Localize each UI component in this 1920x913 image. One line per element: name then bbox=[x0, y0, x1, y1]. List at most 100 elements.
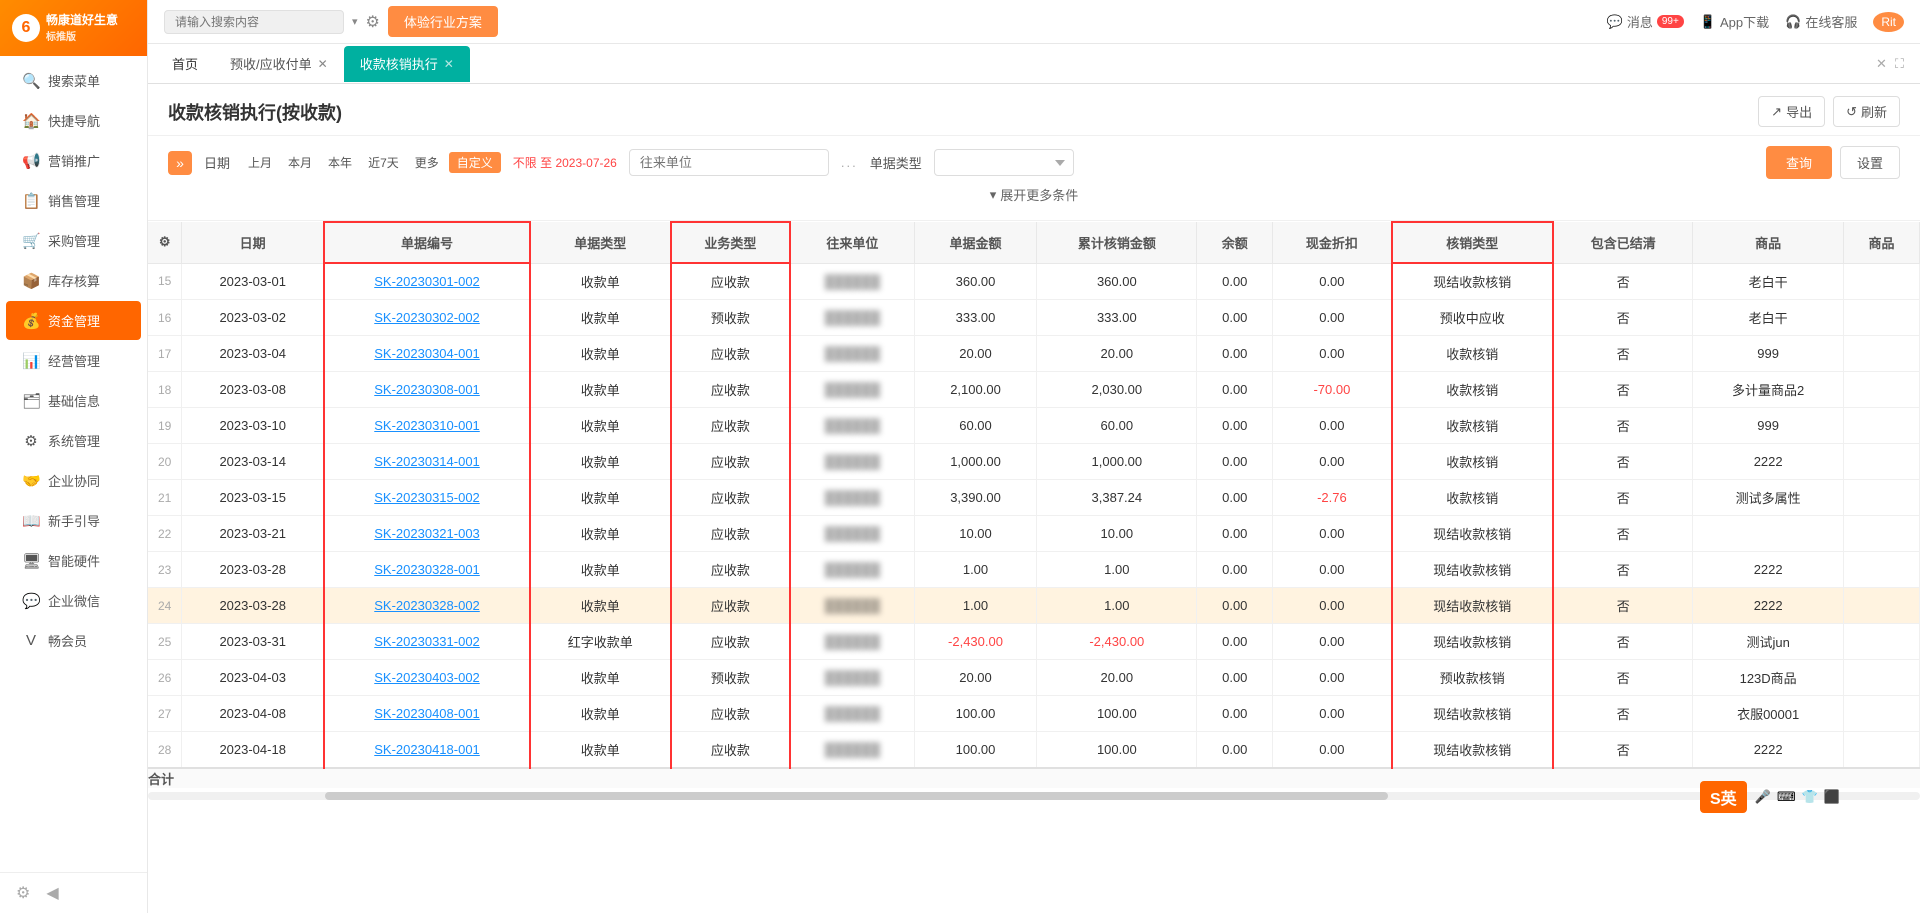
refresh-btn[interactable]: ↺ 刷新 bbox=[1833, 96, 1900, 127]
row-num: 26 bbox=[148, 660, 182, 696]
cell-doc-no[interactable]: SK-20230301-002 bbox=[324, 263, 530, 300]
cell-product: 2222 bbox=[1693, 732, 1844, 769]
cell-doc-no[interactable]: SK-20230302-002 bbox=[324, 300, 530, 336]
cell-doc-no[interactable]: SK-20230304-001 bbox=[324, 336, 530, 372]
this-month-btn[interactable]: 本月 bbox=[282, 152, 318, 173]
col-date: 日期 bbox=[182, 222, 324, 263]
online-service-group[interactable]: 🎧 在线客服 bbox=[1785, 12, 1857, 31]
sidebar-item-3[interactable]: 📋 销售管理 bbox=[6, 181, 141, 220]
sidebar-item-7[interactable]: 📊 经营管理 bbox=[6, 341, 141, 380]
search-input[interactable] bbox=[164, 10, 344, 34]
cell-biz-type: 预收款 bbox=[671, 300, 791, 336]
sidebar-item-14[interactable]: V 畅会员 bbox=[6, 621, 141, 660]
cell-product2 bbox=[1843, 336, 1919, 372]
sidebar-item-10[interactable]: 🤝 企业协同 bbox=[6, 461, 141, 500]
cell-amount: 3,390.00 bbox=[914, 480, 1037, 516]
cell-doc-no[interactable]: SK-20230403-002 bbox=[324, 660, 530, 696]
receipt-type-select[interactable] bbox=[934, 149, 1074, 176]
cell-write-off-type: 预收中应收 bbox=[1392, 300, 1554, 336]
row-num: 17 bbox=[148, 336, 182, 372]
close-window-icon[interactable]: ✕ bbox=[1876, 56, 1887, 72]
cell-doc-type: 收款单 bbox=[530, 336, 671, 372]
more-date-btn[interactable]: 更多 bbox=[409, 152, 445, 173]
row-num: 27 bbox=[148, 696, 182, 732]
settings-header[interactable]: ⚙ bbox=[148, 222, 182, 263]
last-7-days-btn[interactable]: 近7天 bbox=[362, 152, 405, 173]
cell-doc-no[interactable]: SK-20230310-001 bbox=[324, 408, 530, 444]
cell-doc-no[interactable]: SK-20230328-001 bbox=[324, 552, 530, 588]
cell-amount: 1.00 bbox=[914, 552, 1037, 588]
sidebar-item-6[interactable]: 💰 资金管理 bbox=[6, 301, 141, 340]
filter-toggle-btn[interactable]: » bbox=[168, 151, 192, 175]
cell-product: 多计量商品2 bbox=[1693, 372, 1844, 408]
tab-0[interactable]: 首页 bbox=[156, 46, 214, 82]
export-btn[interactable]: ↗ 导出 bbox=[1758, 96, 1825, 127]
table-row: 24 2023-03-28 SK-20230328-002 收款单 应收款 ██… bbox=[148, 588, 1920, 624]
cell-balance: 0.00 bbox=[1197, 480, 1273, 516]
sidebar-item-1[interactable]: 🏠 快捷导航 bbox=[6, 101, 141, 140]
sidebar-item-2[interactable]: 📢 营销推广 bbox=[6, 141, 141, 180]
cell-product2 bbox=[1843, 624, 1919, 660]
sidebar-item-13[interactable]: 💬 企业微信 bbox=[6, 581, 141, 620]
cell-partner: ██████ bbox=[790, 480, 914, 516]
this-year-btn[interactable]: 本年 bbox=[322, 152, 358, 173]
data-table: ⚙ 日期 单据编号 单据类型 业务类型 往来单位 单据金额 累计核销金额 余额 … bbox=[148, 221, 1920, 788]
partner-input[interactable] bbox=[629, 149, 829, 176]
cell-doc-type: 收款单 bbox=[530, 372, 671, 408]
industry-btn[interactable]: 体验行业方案 bbox=[388, 6, 498, 37]
cell-doc-no[interactable]: SK-20230331-002 bbox=[324, 624, 530, 660]
sidebar-item-5[interactable]: 📦 库存核算 bbox=[6, 261, 141, 300]
expand-conditions[interactable]: ▾ 展开更多条件 bbox=[168, 179, 1900, 210]
cell-doc-no[interactable]: SK-20230418-001 bbox=[324, 732, 530, 769]
settings-icon[interactable]: ⚙ bbox=[16, 883, 30, 903]
logo-text: 畅康道好生意 bbox=[46, 13, 118, 29]
tab-close-1[interactable]: ✕ bbox=[318, 57, 328, 71]
cell-write-off-type: 收款核销 bbox=[1392, 372, 1554, 408]
cell-amount: 100.00 bbox=[914, 696, 1037, 732]
tab-1[interactable]: 预收/应收付单✕ bbox=[214, 46, 344, 82]
query-btn[interactable]: 查询 bbox=[1766, 146, 1832, 179]
messages-group[interactable]: 💬 消息 99+ bbox=[1607, 12, 1684, 31]
custom-date-btn[interactable]: 自定义 bbox=[449, 152, 501, 173]
cell-included: 否 bbox=[1553, 696, 1693, 732]
cell-biz-type: 预收款 bbox=[671, 660, 791, 696]
app-download-group[interactable]: 📱 App下载 bbox=[1700, 12, 1769, 31]
sidebar-item-11[interactable]: 📖 新手引导 bbox=[6, 501, 141, 540]
tab-2[interactable]: 收款核销执行✕ bbox=[344, 46, 470, 82]
sidebar-icon-0: 🔍 bbox=[22, 72, 40, 90]
collapse-icon[interactable]: ◀ bbox=[46, 883, 58, 903]
last-month-btn[interactable]: 上月 bbox=[242, 152, 278, 173]
cell-product2 bbox=[1843, 300, 1919, 336]
cell-product: 2222 bbox=[1693, 552, 1844, 588]
col-biz-type: 业务类型 bbox=[671, 222, 791, 263]
sidebar-item-8[interactable]: 🗂 基础信息 bbox=[6, 381, 141, 420]
tab-close-2[interactable]: ✕ bbox=[444, 57, 454, 71]
sidebar-item-4[interactable]: 🛒 采购管理 bbox=[6, 221, 141, 260]
cell-doc-no[interactable]: SK-20230314-001 bbox=[324, 444, 530, 480]
cell-doc-no[interactable]: SK-20230315-002 bbox=[324, 480, 530, 516]
cell-doc-no[interactable]: SK-20230408-001 bbox=[324, 696, 530, 732]
horizontal-scrollbar[interactable] bbox=[148, 792, 1920, 800]
cell-doc-no[interactable]: SK-20230308-001 bbox=[324, 372, 530, 408]
cell-doc-no[interactable]: SK-20230328-002 bbox=[324, 588, 530, 624]
sidebar-item-9[interactable]: ⚙ 系统管理 bbox=[6, 421, 141, 460]
user-avatar[interactable]: Rit bbox=[1873, 12, 1904, 32]
sidebar-icon-1: 🏠 bbox=[22, 112, 40, 130]
sidebar-item-12[interactable]: 🖥 智能硬件 bbox=[6, 541, 141, 580]
cell-date: 2023-03-01 bbox=[182, 263, 324, 300]
dropdown-chevron[interactable]: ▾ bbox=[352, 15, 358, 28]
setting-btn[interactable]: 设置 bbox=[1840, 146, 1900, 179]
cell-partner: ██████ bbox=[790, 372, 914, 408]
cell-doc-no[interactable]: SK-20230321-003 bbox=[324, 516, 530, 552]
cell-product: 老白干 bbox=[1693, 300, 1844, 336]
cell-discount: 0.00 bbox=[1273, 300, 1392, 336]
sidebar-item-0[interactable]: 🔍 搜索菜单 bbox=[6, 61, 141, 100]
cell-amount: 2,100.00 bbox=[914, 372, 1037, 408]
cell-write-off-type: 收款核销 bbox=[1392, 408, 1554, 444]
sidebar-icon-12: 🖥 bbox=[22, 552, 40, 570]
cell-written-off: 3,387.24 bbox=[1037, 480, 1197, 516]
cell-written-off: 20.00 bbox=[1037, 660, 1197, 696]
cell-discount: 0.00 bbox=[1273, 732, 1392, 769]
maximize-icon[interactable]: ⛶ bbox=[1895, 56, 1904, 72]
gear-icon[interactable]: ⚙ bbox=[366, 12, 380, 32]
